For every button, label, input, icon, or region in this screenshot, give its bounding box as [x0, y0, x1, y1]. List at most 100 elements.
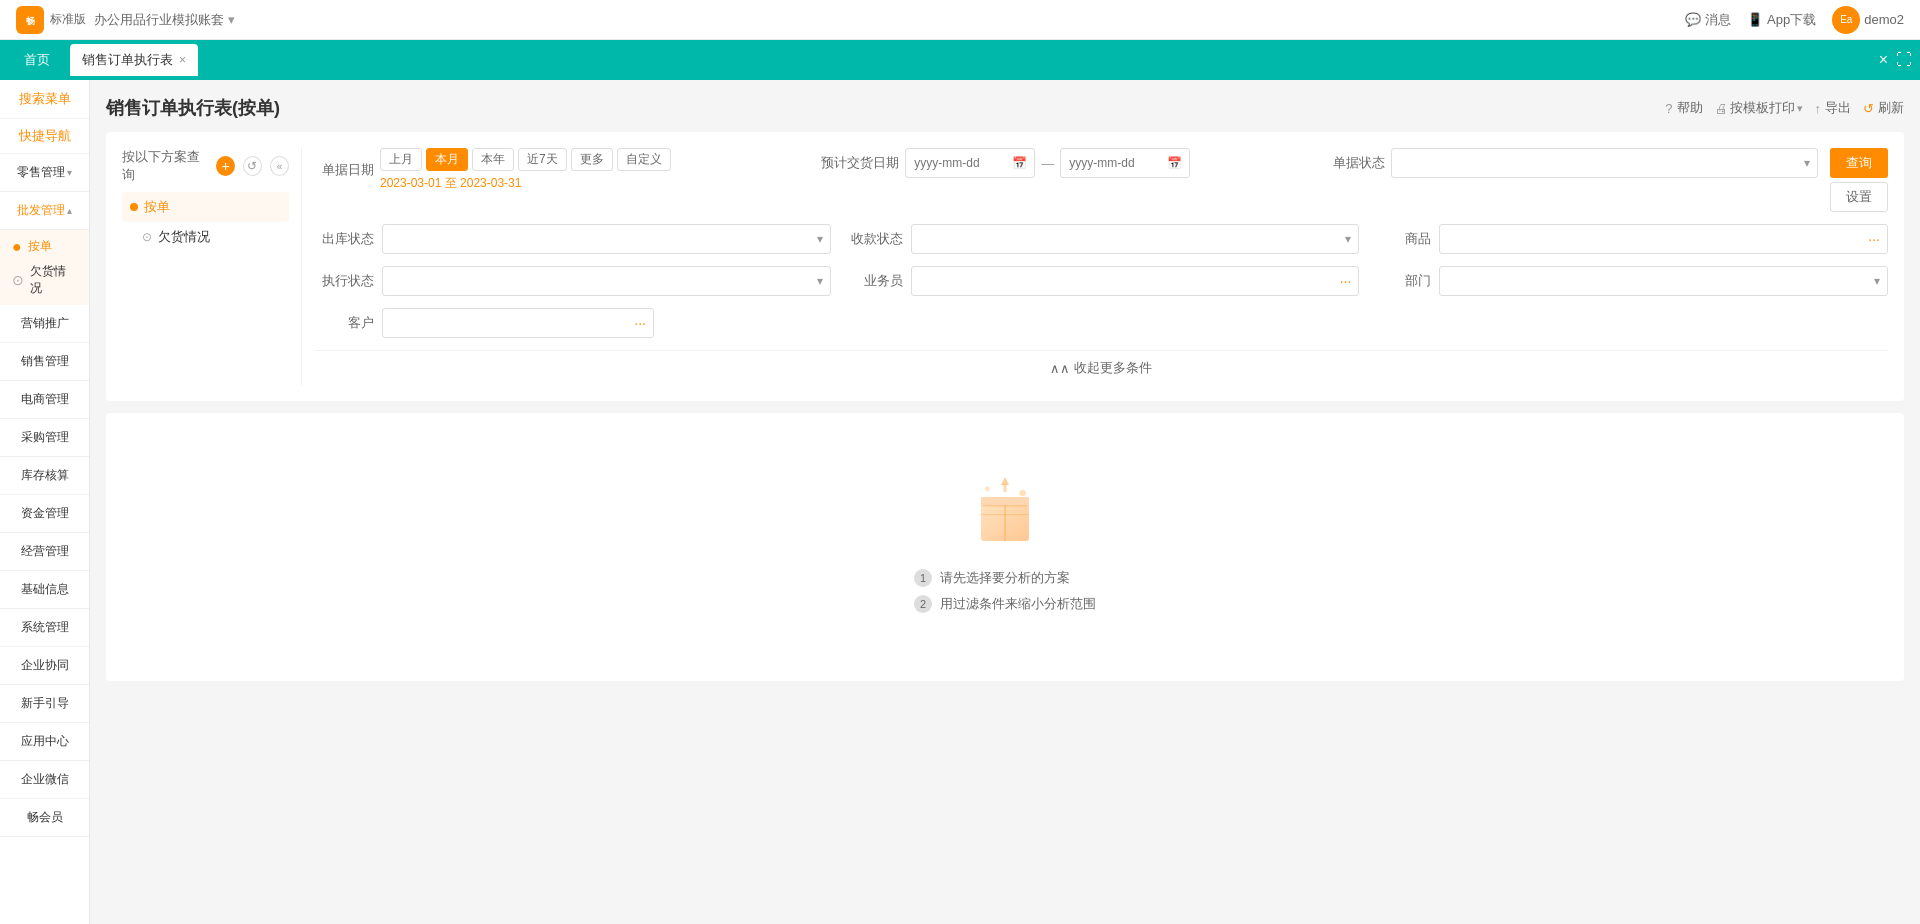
sidebar-item-purchase[interactable]: 采购管理: [0, 419, 89, 457]
scheme-debt-label: 欠货情况: [158, 228, 210, 246]
refresh-button[interactable]: ↺ 刷新: [1863, 99, 1904, 117]
sidebar-sub-scheme[interactable]: ● 按单: [0, 234, 89, 259]
tab-home[interactable]: 首页: [8, 43, 66, 77]
app-download-button[interactable]: 📱 App下载: [1747, 11, 1816, 29]
topbar-right: 💬 消息 📱 App下载 Ea demo2: [1685, 6, 1904, 34]
sidebar-item-marketing[interactable]: 营销推广: [0, 305, 89, 343]
scheme-item-debt[interactable]: ⊙ 欠货情况: [122, 222, 289, 252]
sidebar-item-marketing-label: 营销推广: [21, 315, 69, 332]
sidebar-item-system[interactable]: 系统管理: [0, 609, 89, 647]
empty-hints: 1 请先选择要分析的方案 2 用过滤条件来缩小分析范围: [914, 569, 1096, 621]
customer-input[interactable]: [382, 308, 654, 338]
scheme-active-dot: [130, 203, 138, 211]
collapse-chevron-icon: ∧∧: [1050, 361, 1070, 376]
print-button[interactable]: 🖨 按模板打印 ▾: [1715, 99, 1803, 117]
sidebar-item-ecommerce[interactable]: 电商管理: [0, 381, 89, 419]
help-label: 帮助: [1677, 99, 1703, 117]
sidebar-quick-nav[interactable]: 快捷导航: [0, 119, 89, 154]
window-expand-icon[interactable]: ⛶: [1896, 51, 1912, 69]
export-button[interactable]: ↑ 导出: [1815, 99, 1852, 117]
sidebar-item-wholesale[interactable]: 批发管理 ▴: [0, 192, 89, 230]
sidebar-item-newbie[interactable]: 新手引导: [0, 685, 89, 723]
filter-right: 单据日期 上月 本月 本年 近7天 更多 自定义: [314, 148, 1888, 385]
receipt-col: 收款状态 ▾: [843, 224, 1360, 254]
sidebar-item-member[interactable]: 畅会员: [0, 799, 89, 837]
page-title: 销售订单执行表(按单): [106, 96, 280, 120]
breadcrumb-chevron[interactable]: ▾: [228, 12, 235, 27]
sidebar-item-finance-label: 资金管理: [21, 505, 69, 522]
dept-select[interactable]: [1439, 266, 1888, 296]
hint-num-1: 1: [914, 569, 932, 587]
help-button[interactable]: ? 帮助: [1665, 99, 1702, 117]
user-menu[interactable]: Ea demo2: [1832, 6, 1904, 34]
preset-custom[interactable]: 自定义: [617, 148, 671, 171]
logo-icon: 畅: [16, 6, 44, 34]
preset-last-month[interactable]: 上月: [380, 148, 422, 171]
outstock-select[interactable]: [382, 224, 831, 254]
sidebar-item-appstore[interactable]: 应用中心: [0, 723, 89, 761]
product-input[interactable]: [1439, 224, 1888, 254]
collapse-more-button[interactable]: ∧∧ 收起更多条件: [1050, 359, 1152, 377]
collapse-bar: ∧∧ 收起更多条件: [314, 350, 1888, 385]
receipt-select[interactable]: [911, 224, 1360, 254]
doc-status-select[interactable]: [1391, 148, 1818, 178]
sidebar-item-ops[interactable]: 经营管理: [0, 533, 89, 571]
sidebar-retail-arrow: ▾: [67, 167, 72, 178]
preset-this-month[interactable]: 本月: [426, 148, 468, 171]
product-dots-icon[interactable]: ···: [1868, 231, 1880, 247]
sidebar-item-wxbiz-label: 企业微信: [21, 771, 69, 788]
salesperson-label: 业务员: [843, 272, 903, 290]
add-scheme-button[interactable]: +: [216, 156, 235, 176]
sidebar-item-enterprise[interactable]: 企业协同: [0, 647, 89, 685]
refresh-scheme-button[interactable]: ↺: [243, 156, 262, 176]
empty-hint-1: 1 请先选择要分析的方案: [914, 569, 1096, 587]
scheme-title-label: 按以下方案查询: [122, 148, 208, 184]
collapse-left-button[interactable]: «: [270, 156, 289, 176]
preset-7days[interactable]: 近7天: [518, 148, 567, 171]
dept-field: ▾: [1439, 266, 1888, 296]
exec-select[interactable]: [382, 266, 831, 296]
tab-close-icon[interactable]: ×: [179, 53, 186, 67]
filter-card: 按以下方案查询 + ↺ « 按单 ⊙ 欠货情况: [106, 132, 1904, 401]
tabbar: 首页 销售订单执行表 × × ⛶: [0, 40, 1920, 80]
product-label: 商品: [1371, 230, 1431, 248]
app-icon: 📱: [1747, 12, 1763, 27]
preset-more[interactable]: 更多: [571, 148, 613, 171]
sidebar-item-inventory[interactable]: 库存核算: [0, 457, 89, 495]
sidebar-item-finance[interactable]: 资金管理: [0, 495, 89, 533]
scheme-dot-icon: ●: [12, 239, 22, 255]
date-range-display: 2023-03-01 至 2023-03-31: [380, 175, 671, 192]
customer-field: ···: [382, 308, 654, 338]
sidebar-item-purchase-label: 采购管理: [21, 429, 69, 446]
customer-dots-icon[interactable]: ···: [634, 315, 646, 331]
page-title-actions: ? 帮助 🖨 按模板打印 ▾ ↑ 导出 ↺ 刷新: [1665, 99, 1904, 117]
tab-right-actions: × ⛶: [1879, 51, 1912, 69]
search-button[interactable]: 查询: [1830, 148, 1888, 178]
window-close-icon[interactable]: ×: [1879, 51, 1888, 69]
product-col: 商品 ···: [1371, 224, 1888, 254]
message-button[interactable]: 💬 消息: [1685, 11, 1731, 29]
print-dropdown-icon[interactable]: ▾: [1797, 102, 1803, 115]
salesperson-dots-icon[interactable]: ···: [1340, 273, 1352, 289]
tab-sales-order[interactable]: 销售订单执行表 ×: [70, 44, 198, 76]
empty-hint-2: 2 用过滤条件来缩小分析范围: [914, 595, 1096, 613]
sidebar-item-wholesale-label: 批发管理: [17, 202, 65, 219]
svg-point-7: [985, 487, 990, 492]
scheme-item-by-order[interactable]: 按单: [122, 192, 289, 222]
sidebar-sub-debt[interactable]: ⊙ 欠货情况: [0, 259, 89, 301]
sidebar-item-sales[interactable]: 销售管理: [0, 343, 89, 381]
sidebar-item-retail[interactable]: 零售管理 ▾: [0, 154, 89, 192]
user-label: demo2: [1864, 12, 1904, 27]
page-content: 销售订单执行表(按单) ? 帮助 🖨 按模板打印 ▾ ↑ 导出: [90, 80, 1920, 697]
salesperson-input[interactable]: [911, 266, 1360, 296]
sidebar-item-wxbiz[interactable]: 企业微信: [0, 761, 89, 799]
date-from-calendar-icon: 📅: [1012, 156, 1027, 170]
filter-row3: 执行状态 ▾ 业务员: [314, 266, 1888, 296]
sidebar-search[interactable]: 搜索菜单: [0, 80, 89, 119]
debt-icon: ⊙: [12, 273, 24, 287]
sidebar-item-system-label: 系统管理: [21, 619, 69, 636]
print-icon: 🖨: [1715, 101, 1728, 116]
setting-button[interactable]: 设置: [1830, 182, 1888, 212]
sidebar-item-basic[interactable]: 基础信息: [0, 571, 89, 609]
preset-this-year[interactable]: 本年: [472, 148, 514, 171]
